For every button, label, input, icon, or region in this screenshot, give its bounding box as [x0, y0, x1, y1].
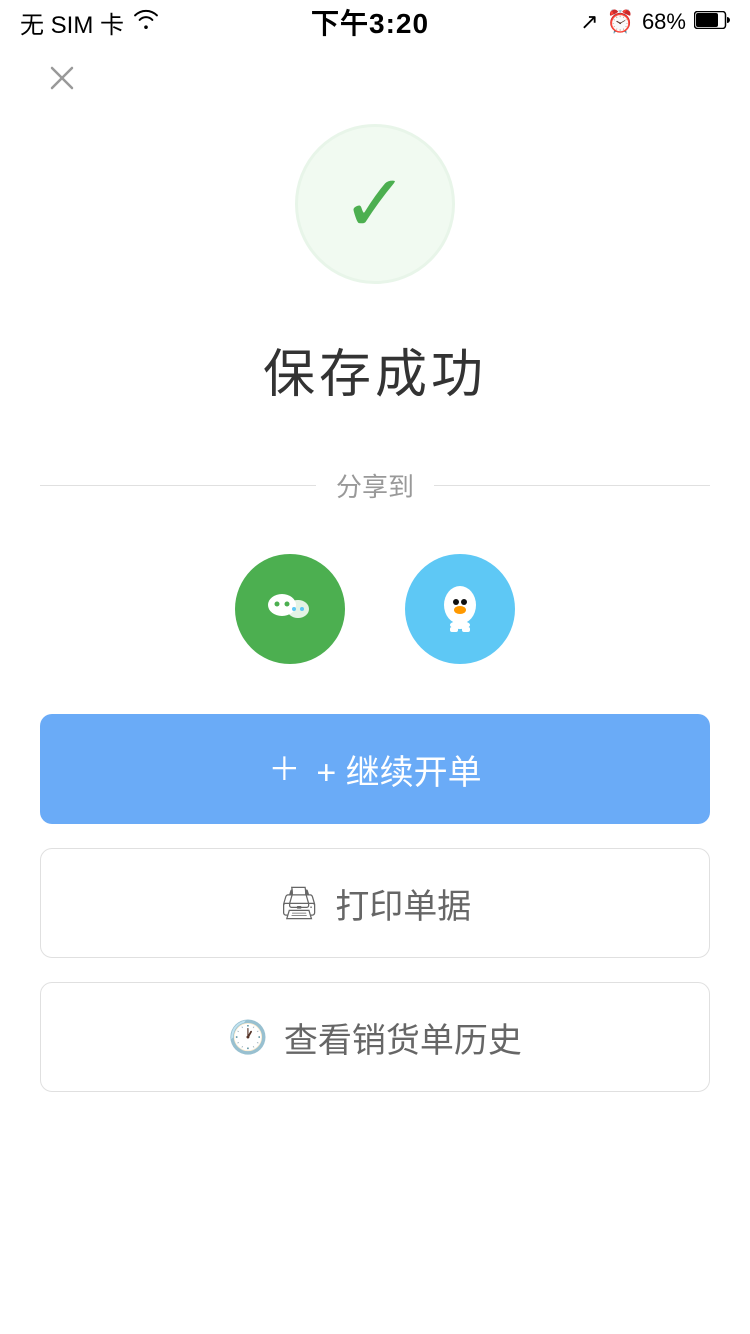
share-section: 分享到 [0, 467, 750, 664]
qq-share-button[interactable] [405, 554, 515, 664]
battery-percent: 68% [642, 9, 686, 35]
print-label: 打印单据 [335, 879, 471, 928]
no-sim-label: 无 SIM 卡 [20, 5, 124, 40]
success-circle: ✓ [295, 124, 455, 284]
share-label: 分享到 [336, 467, 414, 504]
wechat-share-button[interactable] [235, 554, 345, 664]
battery-icon [694, 9, 730, 35]
clock-icon: 🕐 [228, 1021, 268, 1053]
location-icon: ↗ [580, 9, 598, 35]
close-button[interactable] [40, 56, 84, 100]
plus-icon: ＋ [268, 753, 300, 785]
success-title: 保存成功 [263, 332, 487, 407]
wifi-icon [132, 8, 160, 36]
alarm-icon: ⏰ [607, 9, 634, 35]
main-content: ✓ 保存成功 分享到 [0, 44, 750, 1092]
divider-line-left [40, 485, 316, 486]
continue-button[interactable]: ＋ + 继续开单 [40, 714, 710, 824]
status-time: 下午3:20 [311, 2, 429, 42]
print-icon: 🖨 [279, 887, 320, 919]
share-divider: 分享到 [40, 467, 710, 504]
share-icons [40, 554, 710, 664]
continue-label: + 继续开单 [316, 745, 481, 794]
history-label: 查看销货单历史 [284, 1013, 522, 1062]
divider-line-right [434, 485, 710, 486]
checkmark-icon: ✓ [341, 164, 408, 244]
status-bar: 无 SIM 卡 下午3:20 ↗ ⏰ 68% [0, 0, 750, 44]
status-right: ↗ ⏰ 68% [580, 9, 730, 35]
history-button[interactable]: 🕐 查看销货单历史 [40, 982, 710, 1092]
print-button[interactable]: 🖨 打印单据 [40, 848, 710, 958]
actions: ＋ + 继续开单 🖨 打印单据 🕐 查看销货单历史 [0, 714, 750, 1092]
status-left: 无 SIM 卡 [20, 5, 160, 40]
